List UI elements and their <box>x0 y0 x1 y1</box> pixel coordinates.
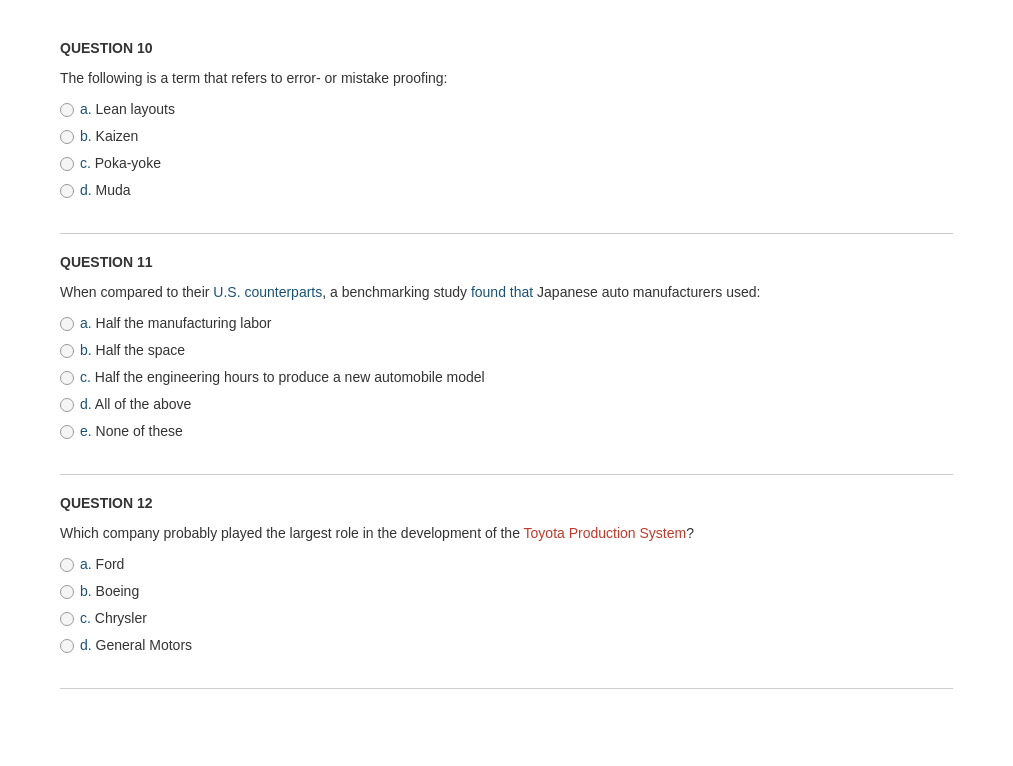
question-10-block: QUESTION 10 The following is a term that… <box>60 20 953 217</box>
option-11-c-label: c. Half the engineering hours to produce… <box>80 367 485 388</box>
divider-bottom <box>60 688 953 689</box>
radio-12-b[interactable] <box>60 585 74 599</box>
option-11-b[interactable]: b. Half the space <box>60 340 953 361</box>
question-10-text: The following is a term that refers to e… <box>60 68 953 89</box>
radio-11-b[interactable] <box>60 344 74 358</box>
option-12-b-label: b. Boeing <box>80 581 139 602</box>
radio-10-d[interactable] <box>60 184 74 198</box>
radio-12-a[interactable] <box>60 558 74 572</box>
q12-highlight-toyota: Toyota Production System <box>524 525 687 541</box>
question-12-text: Which company probably played the larges… <box>60 523 953 544</box>
option-12-a-label: a. Ford <box>80 554 124 575</box>
radio-11-d[interactable] <box>60 398 74 412</box>
q11-highlight-found: found <box>471 284 506 300</box>
option-11-c[interactable]: c. Half the engineering hours to produce… <box>60 367 953 388</box>
option-11-b-label: b. Half the space <box>80 340 185 361</box>
question-10-title: QUESTION 10 <box>60 40 953 56</box>
q11-highlight-that: that <box>510 284 533 300</box>
option-10-c[interactable]: c. Poka-yoke <box>60 153 953 174</box>
radio-10-b[interactable] <box>60 130 74 144</box>
radio-10-a[interactable] <box>60 103 74 117</box>
option-11-e-label: e. None of these <box>80 421 183 442</box>
question-10-text-content: The following is a term that refers to e… <box>60 70 447 86</box>
option-10-b-label: b. Kaizen <box>80 126 138 147</box>
option-11-a[interactable]: a. Half the manufacturing labor <box>60 313 953 334</box>
question-11-title: QUESTION 11 <box>60 254 953 270</box>
question-11-block: QUESTION 11 When compared to their U.S. … <box>60 234 953 458</box>
option-12-a[interactable]: a. Ford <box>60 554 953 575</box>
question-12-title: QUESTION 12 <box>60 495 953 511</box>
option-12-c[interactable]: c. Chrysler <box>60 608 953 629</box>
question-12-block: QUESTION 12 Which company probably playe… <box>60 475 953 672</box>
q11-highlight-counterparts: counterparts <box>244 284 322 300</box>
option-12-c-label: c. Chrysler <box>80 608 147 629</box>
option-10-a[interactable]: a. Lean layouts <box>60 99 953 120</box>
option-10-a-label: a. Lean layouts <box>80 99 175 120</box>
option-12-b[interactable]: b. Boeing <box>60 581 953 602</box>
option-11-a-label: a. Half the manufacturing labor <box>80 313 271 334</box>
question-11-text: When compared to their U.S. counterparts… <box>60 282 953 303</box>
option-10-c-label: c. Poka-yoke <box>80 153 161 174</box>
option-11-d-label: d. All of the above <box>80 394 191 415</box>
option-10-d[interactable]: d. Muda <box>60 180 953 201</box>
option-11-e[interactable]: e. None of these <box>60 421 953 442</box>
option-12-d-label: d. General Motors <box>80 635 192 656</box>
question-12-options: a. Ford b. Boeing c. Chrysler d. General… <box>60 554 953 656</box>
radio-12-d[interactable] <box>60 639 74 653</box>
q11-highlight-us: U.S. <box>213 284 240 300</box>
radio-12-c[interactable] <box>60 612 74 626</box>
page-container: QUESTION 10 The following is a term that… <box>0 0 1013 709</box>
option-10-d-label: d. Muda <box>80 180 131 201</box>
question-10-options: a. Lean layouts b. Kaizen c. Poka-yoke d… <box>60 99 953 201</box>
option-11-d[interactable]: d. All of the above <box>60 394 953 415</box>
option-12-d[interactable]: d. General Motors <box>60 635 953 656</box>
radio-11-a[interactable] <box>60 317 74 331</box>
option-10-b[interactable]: b. Kaizen <box>60 126 953 147</box>
radio-10-c[interactable] <box>60 157 74 171</box>
radio-11-e[interactable] <box>60 425 74 439</box>
question-11-options: a. Half the manufacturing labor b. Half … <box>60 313 953 442</box>
radio-11-c[interactable] <box>60 371 74 385</box>
